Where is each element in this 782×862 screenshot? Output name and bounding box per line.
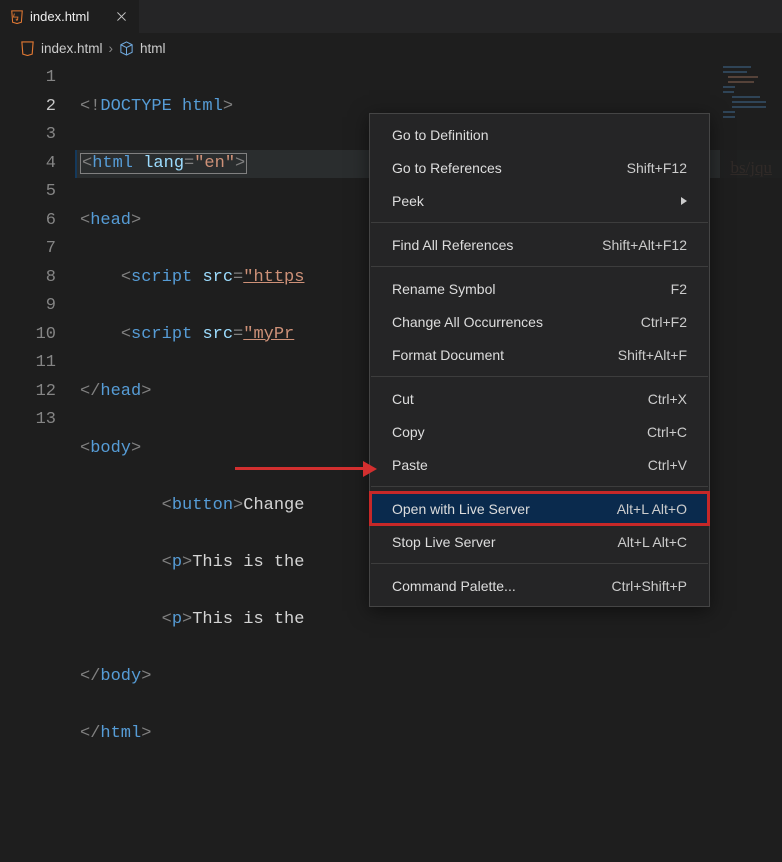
- menu-go-to-references[interactable]: Go to ReferencesShift+F12: [370, 151, 709, 184]
- menu-separator: [371, 563, 708, 564]
- annotation-arrow: [235, 467, 365, 470]
- tab-label: index.html: [30, 9, 89, 24]
- menu-change-all-occurrences[interactable]: Change All OccurrencesCtrl+F2: [370, 305, 709, 338]
- line-gutter: 12345678910111213: [0, 62, 80, 862]
- close-icon[interactable]: [113, 9, 129, 25]
- breadcrumb-file[interactable]: index.html: [41, 41, 103, 56]
- menu-rename-symbol[interactable]: Rename SymbolF2: [370, 272, 709, 305]
- breadcrumb-symbol[interactable]: html: [140, 41, 166, 56]
- menu-separator: [371, 486, 708, 487]
- menu-go-to-definition[interactable]: Go to Definition: [370, 118, 709, 151]
- menu-stop-live-server[interactable]: Stop Live ServerAlt+L Alt+C: [370, 525, 709, 558]
- breadcrumb: index.html › html: [0, 34, 782, 62]
- menu-copy[interactable]: CopyCtrl+C: [370, 415, 709, 448]
- tab-index-html[interactable]: index.html: [0, 0, 140, 33]
- menu-find-all-references[interactable]: Find All ReferencesShift+Alt+F12: [370, 228, 709, 261]
- menu-open-with-live-server[interactable]: Open with Live ServerAlt+L Alt+O: [370, 492, 709, 525]
- menu-command-palette[interactable]: Command Palette...Ctrl+Shift+P: [370, 569, 709, 602]
- html-file-icon: [10, 10, 24, 24]
- menu-format-document[interactable]: Format DocumentShift+Alt+F: [370, 338, 709, 371]
- minimap[interactable]: [720, 62, 782, 602]
- symbol-module-icon: [119, 41, 134, 56]
- chevron-right-icon: ›: [109, 41, 114, 56]
- menu-paste[interactable]: PasteCtrl+V: [370, 448, 709, 481]
- menu-separator: [371, 266, 708, 267]
- menu-peek[interactable]: Peek: [370, 184, 709, 217]
- context-menu: Go to Definition Go to ReferencesShift+F…: [369, 113, 710, 607]
- menu-separator: [371, 222, 708, 223]
- menu-cut[interactable]: CutCtrl+X: [370, 382, 709, 415]
- html-file-icon: [20, 41, 35, 56]
- tab-bar: index.html: [0, 0, 782, 34]
- menu-separator: [371, 376, 708, 377]
